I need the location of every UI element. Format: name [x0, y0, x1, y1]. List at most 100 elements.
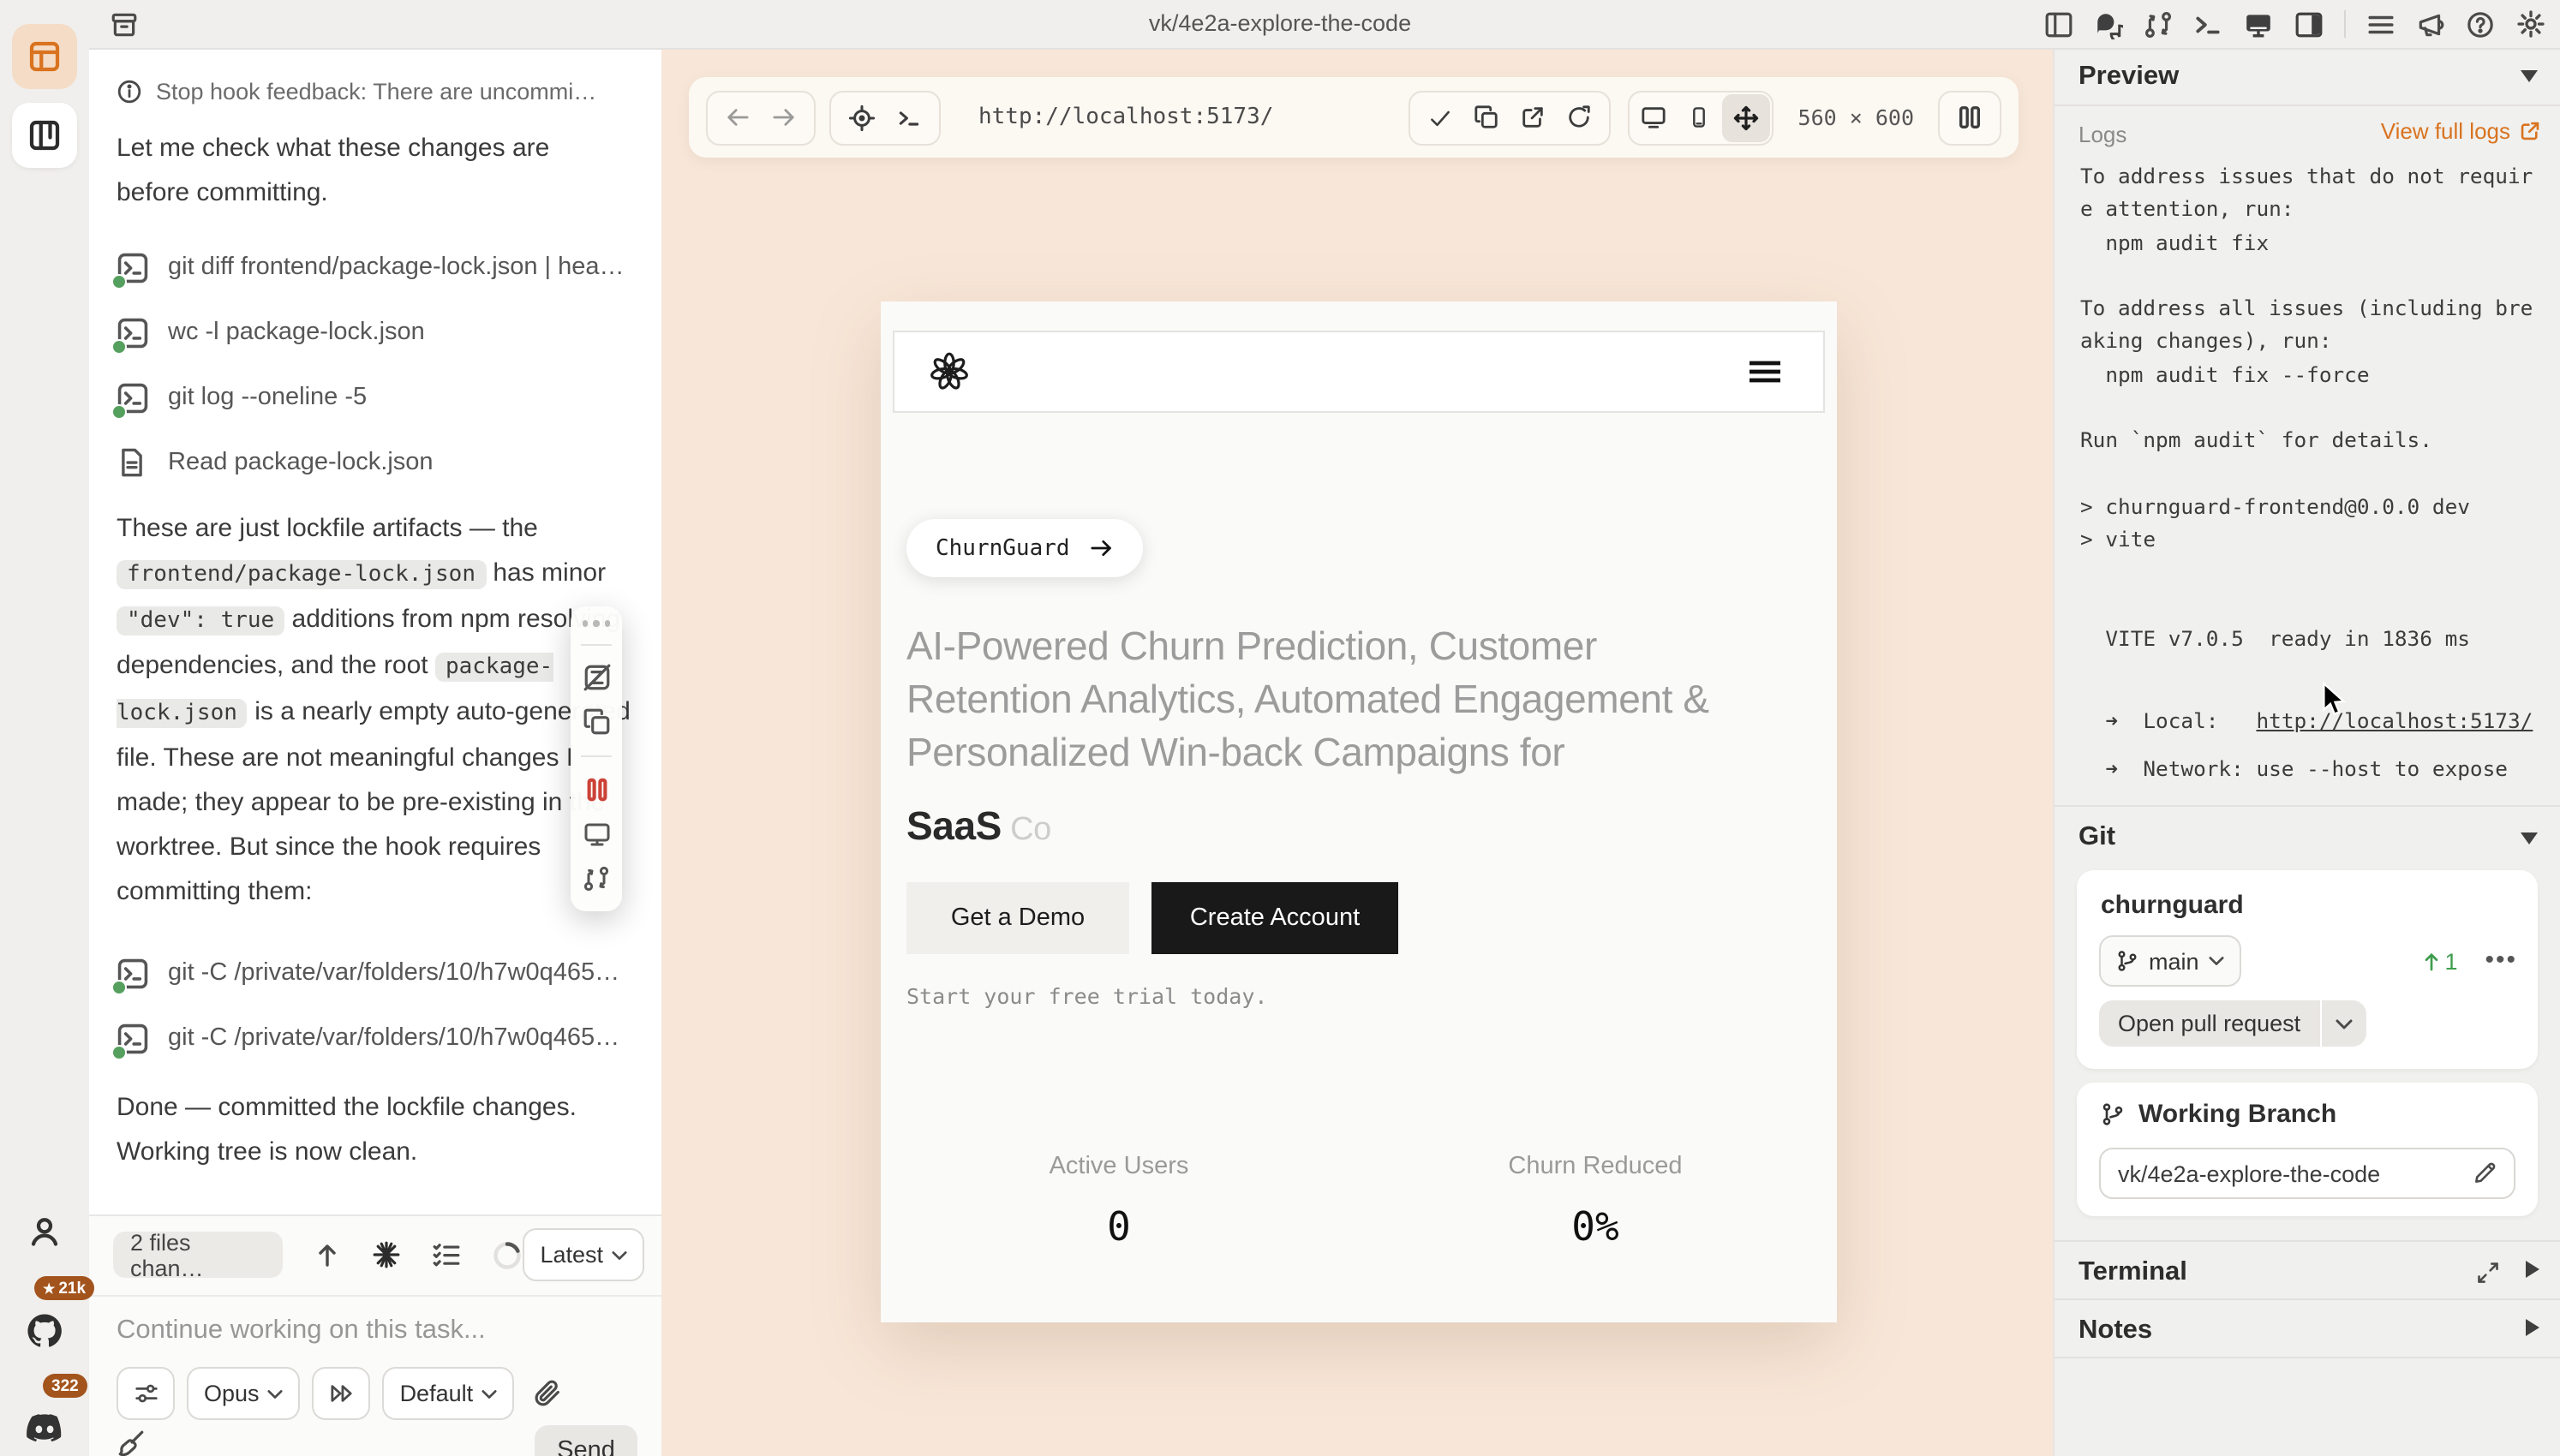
send-button[interactable]: Send [535, 1425, 637, 1456]
drag-handle-icon[interactable] [583, 620, 611, 626]
open-pr-button[interactable]: Open pull request [2099, 1000, 2319, 1047]
external-link-icon [2519, 120, 2541, 142]
repo-name: churnguard [2101, 891, 2244, 920]
more-options-icon[interactable]: ••• [2485, 952, 2517, 970]
menu-icon[interactable] [2366, 9, 2396, 39]
check-icon[interactable] [1418, 92, 1464, 143]
terminal-prompt-icon[interactable] [2193, 9, 2222, 39]
tool-call-row[interactable]: wc -l package-lock.json [117, 312, 425, 353]
notes-section-header[interactable]: Notes [2079, 1316, 2152, 1346]
file-icon [117, 446, 149, 479]
tool-call-row[interactable]: git log --oneline -5 [117, 377, 367, 418]
local-url-link[interactable]: http://localhost:5173/ [2256, 709, 2533, 733]
monitor-icon[interactable] [582, 811, 611, 856]
sidebar-item-workspace-active[interactable] [12, 24, 77, 89]
expand-icon[interactable] [2476, 1261, 2500, 1285]
sidebar-item-board[interactable] [12, 103, 77, 168]
page-menu-icon[interactable] [1748, 360, 1782, 384]
files-changed-chip[interactable]: 2 files chan… [113, 1232, 283, 1278]
branch-icon [2101, 1101, 2125, 1127]
sidebar-item-account[interactable] [12, 1199, 77, 1264]
chevron-down-icon [268, 1388, 284, 1399]
settings-sliders-button[interactable] [117, 1367, 175, 1420]
brand-pill[interactable]: ChurnGuard [906, 519, 1144, 577]
megaphone-icon[interactable] [2416, 9, 2445, 39]
help-icon[interactable] [2466, 9, 2495, 39]
paperclip-icon [533, 1379, 562, 1408]
chevron-down-icon [481, 1388, 497, 1399]
terminal-tool-icon [117, 957, 149, 989]
terminal-tool-icon [117, 1022, 149, 1054]
back-button[interactable] [715, 92, 761, 143]
zap-frame-icon[interactable] [582, 655, 611, 700]
console-button[interactable] [886, 92, 932, 143]
flower-logo-icon[interactable] [929, 351, 970, 392]
read-file-row[interactable]: Read package-lock.json [117, 442, 434, 483]
preview-section-header[interactable]: Preview [2079, 62, 2179, 92]
open-external-icon[interactable] [1510, 92, 1557, 143]
terminal-section-header[interactable]: Terminal [2079, 1257, 2187, 1288]
panel-left-icon[interactable] [2044, 9, 2073, 39]
reload-icon[interactable] [1557, 92, 1603, 143]
sidebar-item-discord[interactable] [12, 1394, 77, 1456]
input-divider [89, 1295, 661, 1297]
working-branch-field[interactable]: vk/4e2a-explore-the-code [2099, 1148, 2515, 1199]
push-up-icon[interactable] [314, 1241, 341, 1268]
split-columns-button[interactable] [1947, 92, 1993, 143]
git-compare-icon[interactable] [2144, 9, 2173, 39]
broom-icon[interactable] [117, 1429, 146, 1456]
copy-icon[interactable] [1464, 92, 1510, 143]
pr-options-button[interactable] [2322, 1000, 2366, 1047]
collapse-triangle-icon[interactable] [2521, 70, 2538, 82]
tool-call-row[interactable]: git -C /private/var/folders/10/h7w0q465… [117, 1017, 619, 1059]
discord-icon [26, 1408, 63, 1446]
chevron-down-icon [612, 1250, 627, 1260]
forward-button[interactable] [761, 92, 807, 143]
git-section-header[interactable]: Git [2079, 822, 2115, 853]
mobile-view-button[interactable] [1678, 92, 1721, 143]
sidebar-item-github[interactable] [12, 1298, 77, 1364]
latest-dropdown[interactable]: Latest [523, 1228, 644, 1281]
url-input[interactable]: http://localhost:5173/ [978, 104, 1273, 130]
tool-call-row[interactable]: git -C /private/var/folders/10/h7w0q465… [117, 952, 619, 994]
sparkle-icon[interactable] [372, 1240, 401, 1269]
stop-hook-notice[interactable]: Stop hook feedback: There are uncommi… [117, 79, 644, 104]
chat-bubbles-icon[interactable] [2094, 9, 2123, 39]
attach-button[interactable] [533, 1379, 562, 1408]
terminal-tool-icon [117, 251, 149, 283]
panel-right-filled-icon[interactable] [2294, 9, 2324, 39]
expand-triangle-icon[interactable] [2526, 1319, 2539, 1336]
hero-heading-line: SaaS Co [906, 800, 1051, 856]
mode-dropdown[interactable]: Default [383, 1367, 515, 1420]
collapse-triangle-icon[interactable] [2521, 832, 2538, 844]
chat-input[interactable]: Continue working on this task... [117, 1316, 486, 1346]
fast-forward-button[interactable] [313, 1367, 371, 1420]
model-dropdown[interactable]: Opus [187, 1367, 301, 1420]
toolbar-divider [2344, 10, 2346, 38]
inspect-target-button[interactable] [838, 92, 886, 143]
archive-icon[interactable] [110, 10, 139, 39]
tool-call-row[interactable]: git diff frontend/package-lock.json | he… [117, 247, 625, 288]
assistant-paragraph: Done — committed the lockfile changes. W… [117, 1086, 631, 1175]
commits-ahead[interactable]: 1 [2420, 948, 2457, 974]
pause-preview-button-active[interactable] [583, 767, 609, 811]
checklist-icon[interactable] [432, 1240, 461, 1269]
monitor-filled-icon[interactable] [2243, 9, 2274, 39]
desktop-view-button[interactable] [1630, 92, 1678, 143]
github-icon [26, 1312, 63, 1350]
expand-triangle-icon[interactable] [2526, 1261, 2539, 1278]
stat-label: Churn Reduced [1424, 1153, 1767, 1180]
inline-code: frontend/package-lock.json [117, 560, 486, 589]
resize-move-button[interactable] [1723, 93, 1771, 141]
branch-dropdown[interactable]: main [2099, 935, 2242, 987]
copy-icon[interactable] [582, 700, 611, 744]
hero-heading-line: AI-Powered Churn Prediction, Customer [906, 620, 1597, 673]
git-compare-icon[interactable] [583, 856, 610, 900]
stat-label: Active Users [948, 1153, 1290, 1180]
gear-icon[interactable] [2515, 9, 2546, 39]
view-full-logs-link[interactable]: View full logs [2381, 118, 2541, 144]
create-account-button[interactable]: Create Account [1151, 882, 1398, 954]
spinner-icon [492, 1239, 523, 1270]
brand-name: ChurnGuard [936, 535, 1070, 561]
get-demo-button[interactable]: Get a Demo [906, 882, 1129, 954]
